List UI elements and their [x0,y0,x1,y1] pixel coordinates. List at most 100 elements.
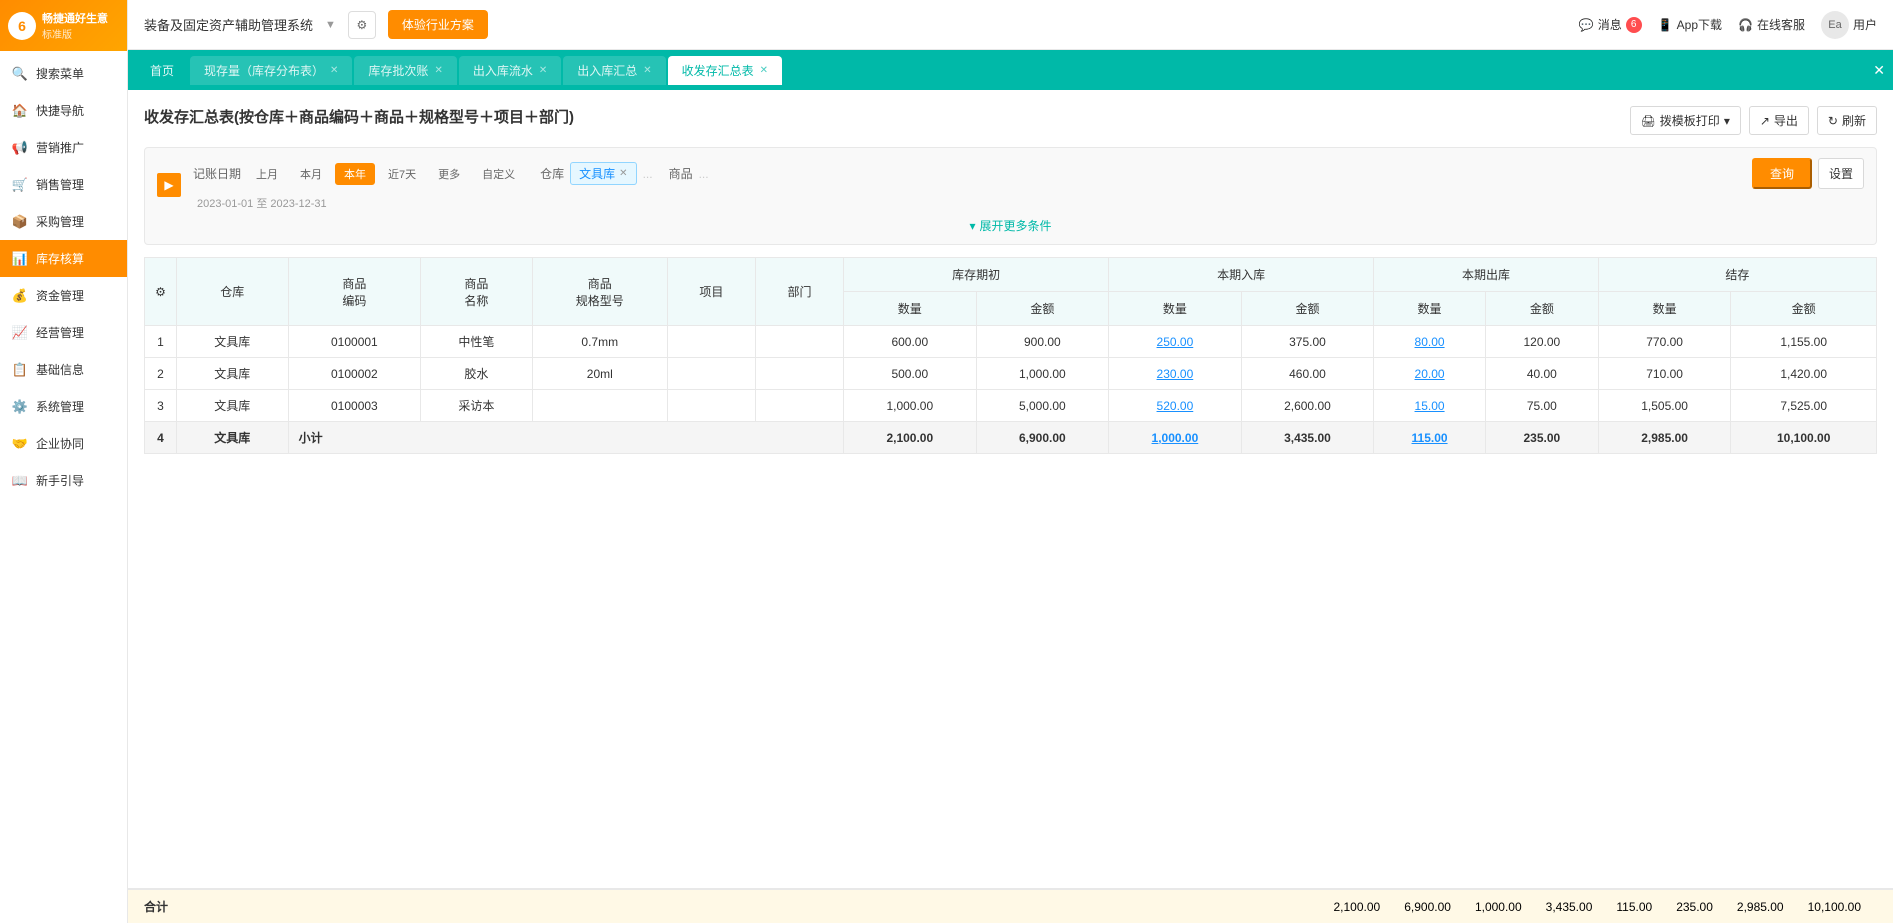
online-service-action[interactable]: 🎧 在线客服 [1738,16,1805,33]
row-balance-qty: 1,505.00 [1598,390,1731,422]
query-button[interactable]: 查询 [1752,158,1812,189]
row-dept [755,326,843,358]
th-in-amt: 金额 [1241,292,1374,326]
tab-recv-send-summary-close[interactable]: ✕ [760,65,768,76]
date-btn-7days[interactable]: 近7天 [379,163,425,185]
tab-inventory-dist-label: 现存量（库存分布表） [204,62,324,79]
message-icon: 💬 [1579,18,1594,32]
subtotal-warehouse: 文具库 [177,422,289,454]
refresh-icon: ↻ [1828,114,1838,128]
expand-more-btn[interactable]: ▾ 展开更多条件 [969,217,1051,234]
avatar: Ea [1821,11,1849,39]
date-range-display: 2023-01-01 至 2023-12-31 [197,198,327,210]
sidebar-item-marketing[interactable]: 📢营销推广 [0,129,127,166]
nav-icon-purchase: 📦 [12,214,28,230]
subtotal-in-qty[interactable]: 1,000.00 [1109,422,1242,454]
row-out-qty[interactable]: 15.00 [1374,390,1486,422]
tab-batch-ledger[interactable]: 库存批次账 ✕ [354,56,456,85]
th-project: 项目 [667,258,755,326]
row-goods-name: 中性笔 [421,326,533,358]
topbar: 装备及固定资产辅助管理系统 ▼ ⚙ 体验行业方案 💬 消息 6 📱 App下载 … [128,0,1893,50]
date-btn-more[interactable]: 更多 [429,163,469,185]
sidebar-item-guide[interactable]: 📖新手引导 [0,462,127,499]
export-btn[interactable]: ↗ 导出 [1749,106,1809,135]
tab-recv-send-summary[interactable]: 收发存汇总表 ✕ [668,56,782,85]
sidebar-item-finance[interactable]: 💰资金管理 [0,277,127,314]
date-btn-custom[interactable]: 自定义 [473,163,524,185]
nav-icon-quick-nav: 🏠 [12,103,28,119]
user-action[interactable]: Ea 用户 [1821,11,1877,39]
th-out-qty: 数量 [1374,292,1486,326]
tab-in-out-summary-close[interactable]: ✕ [643,65,651,76]
row-project [667,390,755,422]
table-row: 2 文具库 0100002 胶水 20ml 500.00 1,000.00 23… [145,358,1877,390]
nav-label-sales: 销售管理 [36,176,84,193]
print-template-btn[interactable]: 🖨 拨模板打印 ▾ [1630,106,1741,135]
trial-button[interactable]: 体验行业方案 [388,10,488,39]
sidebar-item-enterprise[interactable]: 🤝企业协同 [0,425,127,462]
sidebar-item-basic[interactable]: 📋基础信息 [0,351,127,388]
subtotal-out-qty[interactable]: 115.00 [1374,422,1486,454]
sidebar-nav: 🔍搜索菜单🏠快捷导航📢营销推广🛒销售管理📦采购管理📊库存核算💰资金管理📈经营管理… [0,51,127,923]
row-out-qty[interactable]: 80.00 [1374,326,1486,358]
tab-home-label: 首页 [150,62,174,79]
app-download-action[interactable]: 📱 App下载 [1658,16,1722,33]
row-in-qty[interactable]: 230.00 [1109,358,1242,390]
row-no: 2 [145,358,177,390]
phone-icon: 📱 [1658,18,1673,32]
row-opening-qty: 1,000.00 [844,390,977,422]
tab-in-out-summary[interactable]: 出入库汇总 ✕ [563,56,665,85]
date-btn-this-year[interactable]: 本年 [335,163,375,185]
subtotal-opening-amt: 6,900.00 [976,422,1109,454]
row-dept [755,358,843,390]
tab-in-out-flow-label: 出入库流水 [473,62,533,79]
sidebar-item-operations[interactable]: 📈经营管理 [0,314,127,351]
row-out-amt: 40.00 [1485,358,1598,390]
filter-settings-btn[interactable]: 设置 [1818,158,1864,189]
row-goods-code: 0100002 [288,358,421,390]
subtotal-balance-qty: 2,985.00 [1598,422,1731,454]
row-opening-amt: 5,000.00 [976,390,1109,422]
row-out-qty[interactable]: 20.00 [1374,358,1486,390]
tab-inventory-dist-close[interactable]: ✕ [330,65,338,76]
tabbar-close-all[interactable]: ✕ [1873,62,1885,79]
total-in-qty: 1,000.00 [1475,900,1522,914]
row-in-amt: 460.00 [1241,358,1374,390]
date-btn-this-month[interactable]: 本月 [291,163,331,185]
subtotal-no: 4 [145,422,177,454]
tab-in-out-flow[interactable]: 出入库流水 ✕ [459,56,561,85]
goods-ellipsis[interactable]: ... [699,167,709,181]
tab-batch-ledger-close[interactable]: ✕ [434,65,442,76]
nav-icon-search: 🔍 [12,66,28,82]
settings-icon[interactable]: ⚙ [348,11,376,39]
sidebar-item-sales[interactable]: 🛒销售管理 [0,166,127,203]
row-opening-qty: 600.00 [844,326,977,358]
row-warehouse: 文具库 [177,326,289,358]
system-dropdown[interactable]: ▼ [325,19,336,31]
sidebar-item-purchase[interactable]: 📦采购管理 [0,203,127,240]
warehouse-tag-close[interactable]: ✕ [619,168,627,179]
th-goods-code: 商品编码 [288,258,421,326]
th-out-amt: 金额 [1485,292,1598,326]
refresh-btn[interactable]: ↻ 刷新 [1817,106,1877,135]
subtotal-out-amt: 235.00 [1485,422,1598,454]
row-in-qty[interactable]: 520.00 [1109,390,1242,422]
tab-in-out-flow-close[interactable]: ✕ [539,65,547,76]
expand-more-section: ▾ 展开更多条件 [157,217,1864,234]
warehouse-ellipsis[interactable]: ... [643,167,653,181]
message-action[interactable]: 💬 消息 6 [1579,16,1642,33]
date-btn-last-month[interactable]: 上月 [247,163,287,185]
th-warehouse: 仓库 [177,258,289,326]
sidebar-item-quick-nav[interactable]: 🏠快捷导航 [0,92,127,129]
row-in-qty[interactable]: 250.00 [1109,326,1242,358]
tab-home[interactable]: 首页 [136,56,188,85]
filter-toggle-arrow[interactable]: ▶ [157,173,181,197]
tab-inventory-dist[interactable]: 现存量（库存分布表） ✕ [190,56,352,85]
th-in: 本期入库 [1109,258,1374,292]
nav-icon-system: ⚙️ [12,399,28,415]
sidebar-item-inventory[interactable]: 📊库存核算 [0,240,127,277]
sidebar-item-system[interactable]: ⚙️系统管理 [0,388,127,425]
th-opening: 库存期初 [844,258,1109,292]
th-settings[interactable]: ⚙ [145,258,177,326]
sidebar-item-search[interactable]: 🔍搜索菜单 [0,55,127,92]
